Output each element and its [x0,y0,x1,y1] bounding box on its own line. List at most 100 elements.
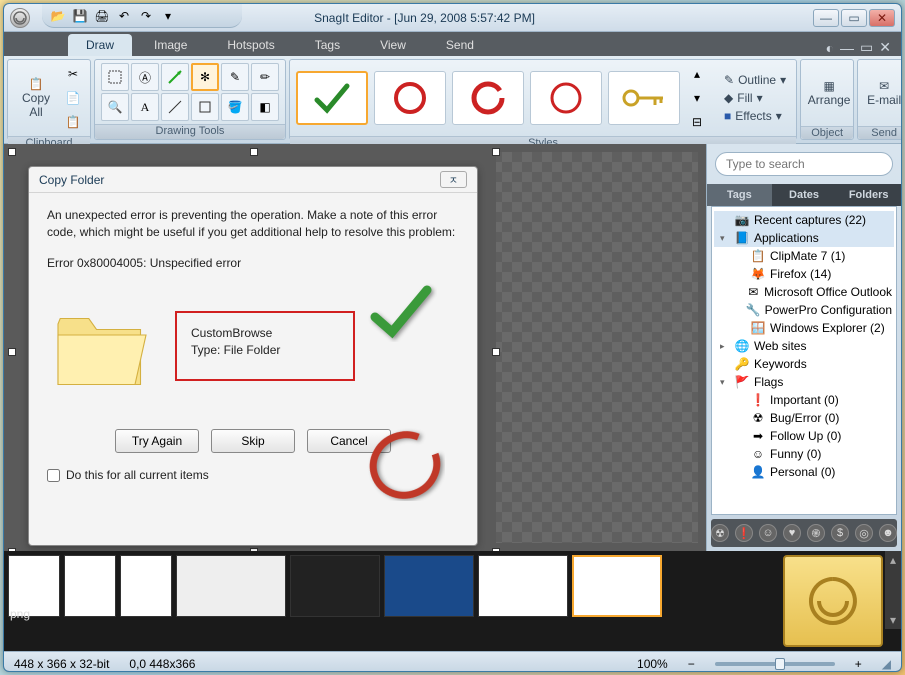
flag-personal-icon[interactable]: ☻ [879,524,897,542]
undo-icon[interactable]: ↶ [116,8,132,24]
tool-arrow[interactable] [161,63,189,91]
flag-radiation-icon[interactable]: ☢ [711,524,729,542]
mdi-close-icon[interactable]: ✕ [879,39,891,56]
style-scroll-up[interactable]: ▴ [686,63,708,85]
flag-funny-icon[interactable]: ☺ [759,524,777,542]
tool-highlight[interactable]: ✏ [251,63,279,91]
try-again-button[interactable]: Try Again [115,429,199,453]
tool-erase[interactable]: ◧ [251,93,279,121]
ribbon-tab-hotspots[interactable]: Hotspots [209,34,292,56]
tree-row[interactable]: ▾🚩Flags [714,373,894,391]
cut-button[interactable]: ✂ [62,63,84,85]
handle-e[interactable] [492,348,500,356]
tool-line[interactable] [161,93,189,121]
zoom-in-button[interactable]: + [855,657,862,671]
tree-row[interactable]: 🪟Windows Explorer (2) [714,319,894,337]
thumbnail-list[interactable] [4,551,779,651]
thumbnail-scrollbar[interactable]: ▴ ▾ [885,551,901,629]
tree-row[interactable]: 👤Personal (0) [714,463,894,481]
help-icon[interactable]: ◐ [826,40,834,56]
ribbon-tab-image[interactable]: Image [136,34,205,56]
thumbnail[interactable] [120,555,172,617]
do-this-checkbox[interactable] [47,469,60,482]
fill-dropdown[interactable]: ◆Fill ▾ [720,90,790,106]
redo-icon[interactable]: ↷ [138,8,154,24]
flag-idea-icon[interactable]: ◎ [855,524,873,542]
tool-zoom[interactable]: 🔍 [101,93,129,121]
tree-row[interactable]: ✉Microsoft Office Outlook [714,283,894,301]
tool-stamp[interactable]: ✻ [191,63,219,91]
copy-all-button[interactable]: 📋 Copy All [14,68,58,128]
qat-dropdown-icon[interactable]: ▾ [160,8,176,24]
canvas-area[interactable]: Copy Folder ㅈ An unexpected error is pre… [4,144,706,551]
outline-dropdown[interactable]: ✎Outline ▾ [720,72,790,88]
close-button[interactable]: ✕ [869,9,895,27]
ribbon-tab-draw[interactable]: Draw [68,34,132,56]
tool-pen[interactable]: ✎ [221,63,249,91]
style-circle-solid[interactable] [374,71,446,125]
thumb-scroll-up[interactable]: ▴ [890,553,896,567]
tool-text[interactable]: A [131,93,159,121]
ribbon-tab-view[interactable]: View [362,34,424,56]
minimize-button[interactable]: — [813,9,839,27]
zoom-knob[interactable] [775,658,785,670]
effects-dropdown[interactable]: ■Effects ▾ [720,108,790,124]
tree-row[interactable]: 🔧PowerPro Configuration [714,301,894,319]
side-tab-tags[interactable]: Tags [707,184,772,206]
tree-row[interactable]: ▾📘Applications [714,229,894,247]
paste-button[interactable]: 📋 [62,111,84,133]
tree-row[interactable]: 🦊Firefox (14) [714,265,894,283]
tree-row[interactable]: ❗Important (0) [714,391,894,409]
handle-n[interactable] [250,148,258,156]
thumb-scroll-down[interactable]: ▾ [890,613,896,627]
tool-shape[interactable] [191,93,219,121]
open-icon[interactable]: 📂 [50,8,66,24]
arrange-button[interactable]: ▦Arrange [807,63,851,123]
flag-love-icon[interactable]: ♥ [783,524,801,542]
search-box[interactable] [715,152,893,176]
skip-button[interactable]: Skip [211,429,295,453]
tree-row[interactable]: ➡Follow Up (0) [714,427,894,445]
thumbnail[interactable] [290,555,380,617]
style-circle-thin[interactable] [530,71,602,125]
search-input[interactable] [726,157,882,171]
handle-ne[interactable] [492,148,500,156]
annotation-red-ring[interactable] [365,425,445,501]
side-tab-folders[interactable]: Folders [836,184,901,206]
annotation-red-box[interactable]: CustomBrowse Type: File Folder [175,311,355,381]
print-icon[interactable]: 🖨 [94,8,110,24]
style-key[interactable] [608,71,680,125]
style-scroll-down[interactable]: ▾ [686,87,708,109]
tool-fill[interactable]: 🪣 [221,93,249,121]
ribbon-tab-tags[interactable]: Tags [297,34,358,56]
thumbnail[interactable] [176,555,286,617]
thumbnail[interactable] [478,555,568,617]
ribbon-tab-send[interactable]: Send [428,34,492,56]
zoom-slider[interactable] [715,662,835,666]
thumbnail[interactable] [384,555,474,617]
save-icon[interactable]: 💾 [72,8,88,24]
dialog-close-button[interactable]: ㅈ [440,171,467,188]
style-expand[interactable]: ⊟ [686,111,708,133]
email-button[interactable]: ✉E-mail [864,63,902,123]
maximize-button[interactable]: ▭ [841,9,867,27]
app-orb-button[interactable] [10,8,30,28]
mdi-restore-icon[interactable]: ▭ [860,39,873,56]
mdi-minimize-icon[interactable]: — [840,40,854,56]
side-tab-dates[interactable]: Dates [772,184,837,206]
thumbnail-selected[interactable] [572,555,662,617]
handle-nw[interactable] [8,148,16,156]
tool-callout[interactable]: Ⓐ [131,63,159,91]
annotation-green-check[interactable] [367,282,437,342]
flag-swirl-icon[interactable]: ֎ [807,524,825,542]
flag-important-icon[interactable]: ❗ [735,524,753,542]
tree-row[interactable]: 🔑Keywords [714,355,894,373]
tag-tree[interactable]: 📷Recent captures (22)▾📘Applications📋Clip… [711,206,897,515]
handle-w[interactable] [8,348,16,356]
tree-row[interactable]: 📋ClipMate 7 (1) [714,247,894,265]
thumbnail[interactable] [64,555,116,617]
canvas-selection[interactable]: Copy Folder ㅈ An unexpected error is pre… [12,152,496,552]
style-circle-brush[interactable] [452,71,524,125]
copy-button[interactable]: 📄 [62,87,84,109]
style-checkmark-green[interactable] [296,71,368,125]
